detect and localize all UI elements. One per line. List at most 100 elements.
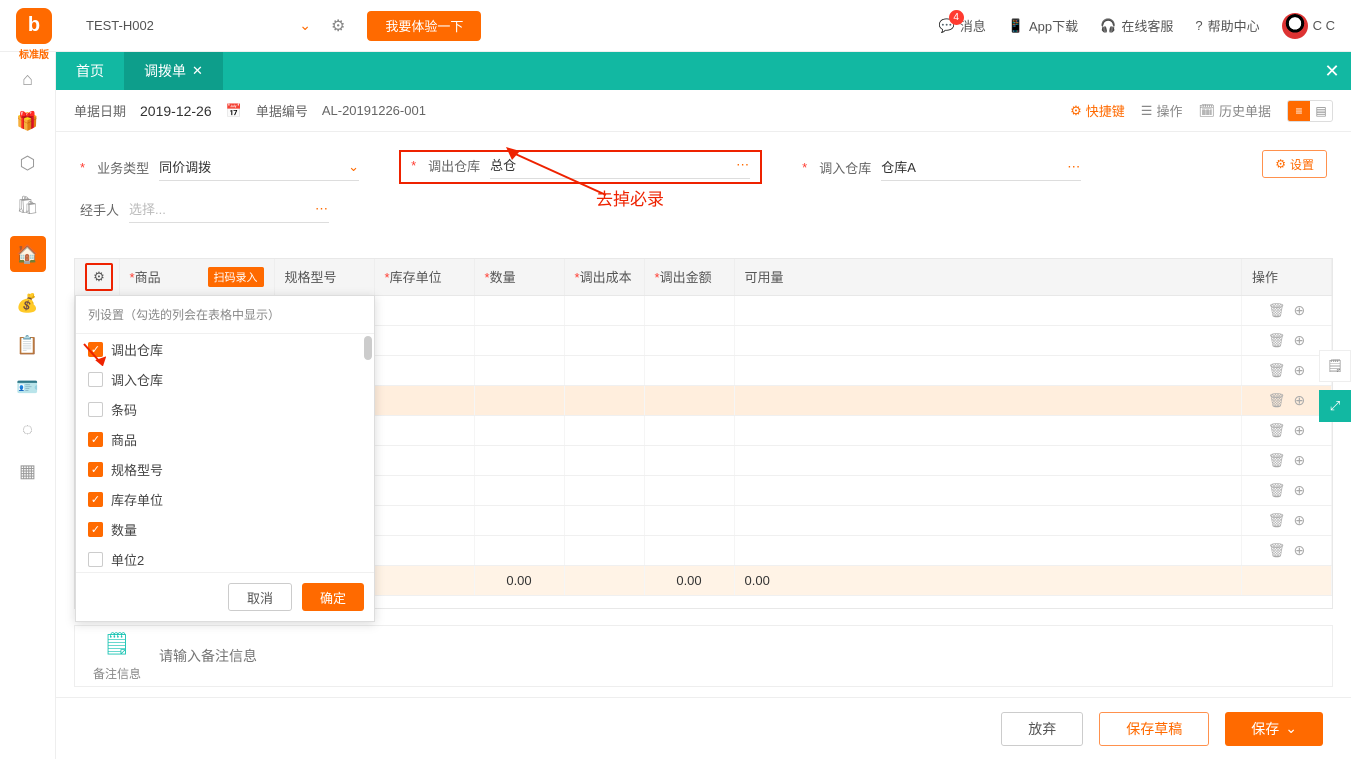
nav-app-download[interactable]: 📱 App下载: [1008, 16, 1078, 35]
nav-help[interactable]: ? 帮助中心: [1195, 16, 1259, 35]
col-option[interactable]: ✓数量: [88, 514, 362, 544]
insert-icon[interactable]: ⊕: [1294, 542, 1306, 558]
more-icon[interactable]: ⋯: [736, 157, 750, 173]
calendar-icon[interactable]: 📅: [226, 103, 242, 119]
field-in-warehouse[interactable]: * 调入仓库 仓库A⋯: [802, 150, 1081, 184]
delete-icon[interactable]: 🗑: [1268, 482, 1286, 498]
col-option[interactable]: ✓规格型号: [88, 454, 362, 484]
rail-contact-icon[interactable]: 🪪: [17, 376, 39, 398]
gear-icon: ⚙: [85, 263, 113, 291]
field-biztype[interactable]: * 业务类型 同价调拨⌄: [80, 150, 359, 184]
field-out-warehouse[interactable]: * 调出仓库 总仓⋯: [399, 150, 762, 184]
cancel-button[interactable]: 取消: [228, 583, 292, 611]
discard-button[interactable]: 放弃: [1001, 712, 1083, 746]
insert-icon[interactable]: ⊕: [1294, 332, 1306, 348]
headset-icon: 🎧: [1100, 18, 1116, 34]
insert-icon[interactable]: ⊕: [1294, 392, 1306, 408]
col-option[interactable]: 调入仓库: [88, 364, 362, 394]
brand-logo: b 标准版: [16, 8, 52, 44]
save-draft-button[interactable]: 保存草稿: [1099, 712, 1209, 746]
date-value[interactable]: 2019-12-26: [140, 103, 212, 119]
trial-button[interactable]: 我要体验一下: [367, 11, 481, 41]
nav-user[interactable]: C C: [1282, 13, 1335, 39]
note-icon: 🗒: [101, 631, 133, 663]
insert-icon[interactable]: ⊕: [1294, 302, 1306, 318]
store-selector[interactable]: TEST-H002 ⌄: [76, 11, 321, 41]
rail-clipboard-icon[interactable]: 📋: [17, 334, 39, 356]
outwh-label: 调出仓库: [428, 156, 480, 175]
checkbox-icon: [88, 552, 103, 567]
rail-gift-icon[interactable]: 🎁: [17, 110, 39, 132]
checkbox-icon: ✓: [88, 342, 103, 357]
col-option[interactable]: 单位2: [88, 544, 362, 573]
col-option[interactable]: ✓调出仓库: [88, 334, 362, 364]
view-list-icon[interactable]: ≡: [1288, 101, 1310, 121]
handler-label: 经手人: [80, 200, 119, 219]
nav-service[interactable]: 🎧 在线客服: [1100, 16, 1173, 35]
history-link[interactable]: 🗓历史单据: [1198, 101, 1271, 120]
footer-bar: 放弃 保存草稿 保存⌄: [56, 697, 1351, 759]
left-rail: ⌂ 🎁 ⬡ 🛍 🏠 💰 📋 🪪 ◌ ▦: [0, 52, 56, 759]
field-handler[interactable]: 经手人 选择...⋯: [80, 192, 329, 226]
view-grid-icon[interactable]: ▤: [1310, 101, 1332, 121]
hotkeys-link[interactable]: ⚙快捷键: [1070, 101, 1125, 120]
delete-icon[interactable]: 🗑: [1268, 302, 1286, 318]
tab-transfer[interactable]: 调拨单 ✕: [124, 52, 223, 90]
delete-icon[interactable]: 🗑: [1268, 392, 1286, 408]
close-icon[interactable]: ✕: [192, 63, 203, 79]
insert-icon[interactable]: ⊕: [1294, 452, 1306, 468]
tab-home[interactable]: 首页: [56, 52, 124, 90]
biztype-value: 同价调拨: [159, 157, 211, 176]
delete-icon[interactable]: 🗑: [1268, 452, 1286, 468]
list-icon: ☰: [1141, 103, 1153, 119]
insert-icon[interactable]: ⊕: [1294, 482, 1306, 498]
rail-money-icon[interactable]: 💰: [17, 292, 39, 314]
delete-icon[interactable]: 🗑: [1268, 362, 1286, 378]
checkbox-icon: [88, 372, 103, 387]
store-name: TEST-H002: [86, 18, 154, 33]
gear-icon[interactable]: ⚙: [331, 16, 345, 36]
more-icon[interactable]: ⋯: [315, 201, 329, 217]
chevron-down-icon[interactable]: ⌄: [348, 159, 359, 175]
delete-icon[interactable]: 🗑: [1268, 512, 1286, 528]
col-option[interactable]: ✓商品: [88, 424, 362, 454]
rail-bag-icon[interactable]: 🛍: [17, 194, 39, 216]
col-option-label: 规格型号: [111, 460, 163, 479]
rail-warehouse-icon[interactable]: 🏠: [10, 236, 46, 272]
ops-label: 操作: [1156, 101, 1182, 120]
nav-messages[interactable]: 💬 消息 4: [939, 16, 986, 35]
ok-button[interactable]: 确定: [302, 583, 364, 611]
insert-icon[interactable]: ⊕: [1294, 422, 1306, 438]
rail-new-icon[interactable]: ▦: [17, 460, 39, 482]
note-float-icon[interactable]: 🗒: [1319, 350, 1351, 382]
delete-icon[interactable]: 🗑: [1268, 542, 1286, 558]
col-option[interactable]: ✓库存单位: [88, 484, 362, 514]
form-row-2: 经手人 选择...⋯: [56, 192, 1351, 234]
scan-badge[interactable]: 扫码录入: [208, 267, 264, 287]
save-button[interactable]: 保存⌄: [1225, 712, 1323, 746]
close-all-tabs[interactable]: ✕: [1313, 52, 1351, 90]
col-settings-header[interactable]: ⚙ 列设置（勾选的列会在表格中显示） ✓调出仓库 调入仓库 条码 ✓商品 ✓规格…: [75, 259, 119, 295]
more-icon[interactable]: ⋯: [1067, 159, 1081, 175]
delete-icon[interactable]: 🗑: [1268, 332, 1286, 348]
ops-link[interactable]: ☰操作: [1141, 101, 1183, 120]
col-option[interactable]: 条码: [88, 394, 362, 424]
rail-cycle-icon[interactable]: ◌: [17, 418, 39, 440]
footer-cost: 0.00: [644, 565, 734, 595]
settings-button[interactable]: ⚙设置: [1262, 150, 1327, 178]
insert-icon[interactable]: ⊕: [1294, 362, 1306, 378]
rail-home-icon[interactable]: ⌂: [17, 68, 39, 90]
rail-house-icon[interactable]: ⬡: [17, 152, 39, 174]
remark-input[interactable]: [159, 648, 1314, 664]
col-option-label: 数量: [111, 520, 137, 539]
delete-icon[interactable]: 🗑: [1268, 422, 1286, 438]
hotkeys-label: 快捷键: [1086, 101, 1125, 120]
insert-icon[interactable]: ⊕: [1294, 512, 1306, 528]
gear-icon: ⚙: [1275, 157, 1286, 171]
scrollbar-thumb[interactable]: [364, 336, 372, 360]
nav-app-label: App下载: [1029, 16, 1078, 35]
col-option-label: 库存单位: [111, 490, 163, 509]
help-icon: ?: [1195, 18, 1202, 33]
required-marker: *: [80, 160, 85, 175]
expand-icon[interactable]: ⤢: [1319, 390, 1351, 422]
